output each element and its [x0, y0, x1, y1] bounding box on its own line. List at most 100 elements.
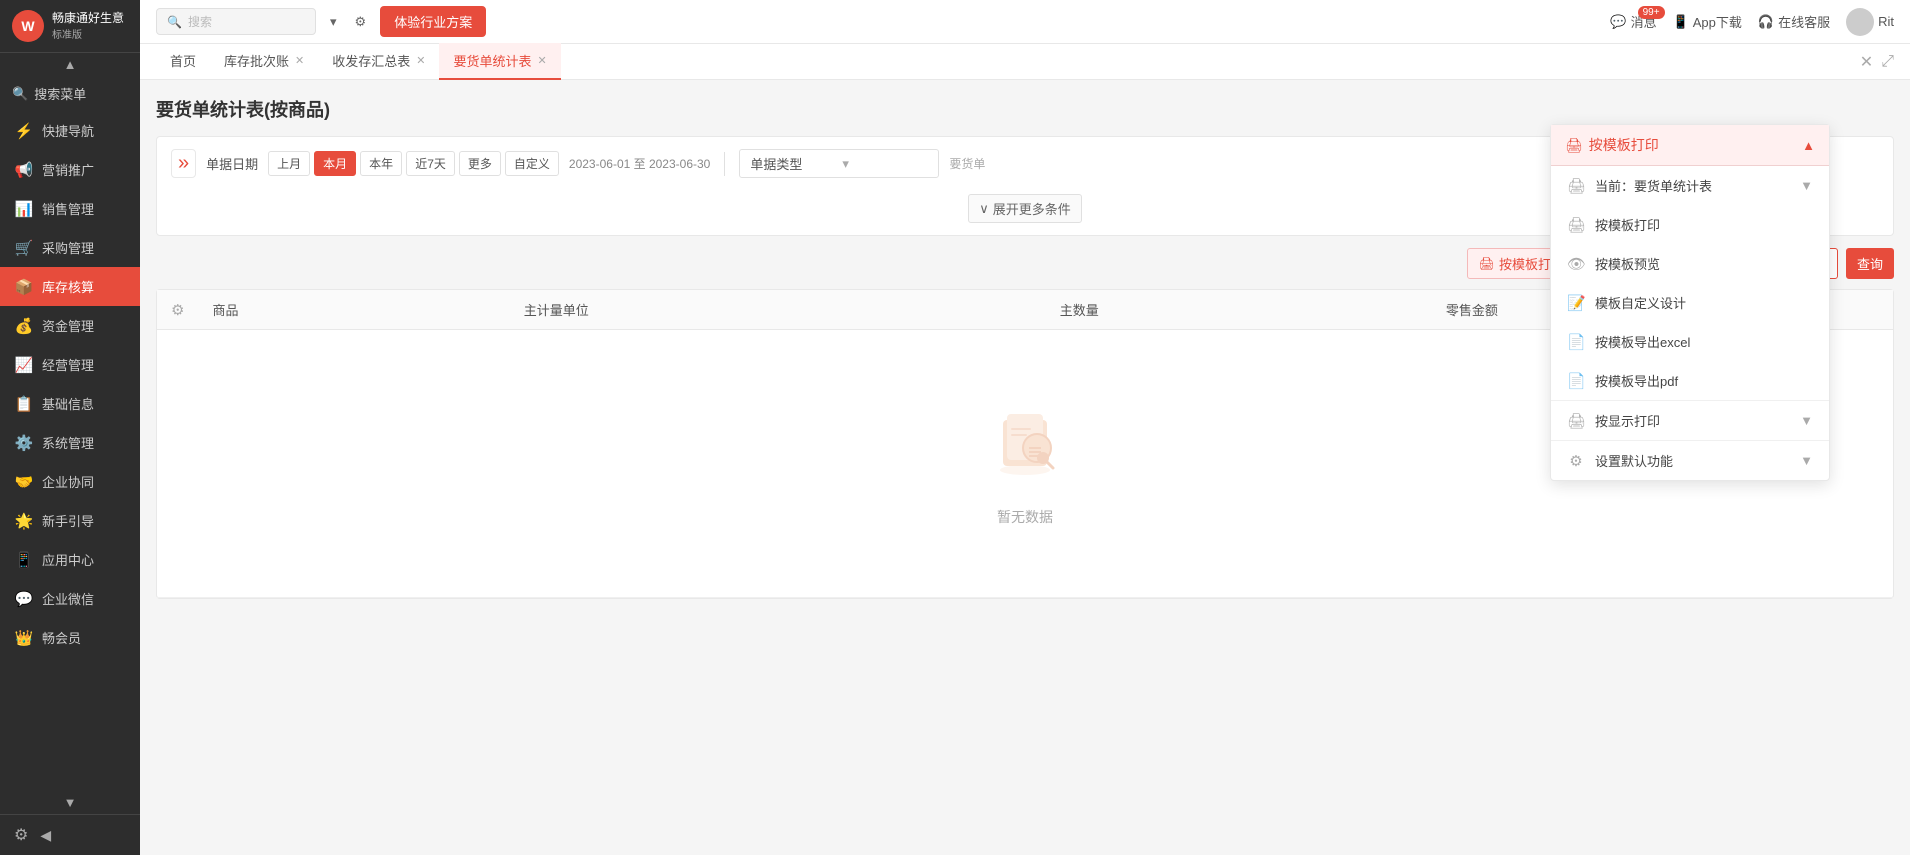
sidebar-item-label: 企业微信 [42, 589, 94, 608]
sales-icon: 📊 [14, 200, 34, 218]
trial-button[interactable]: 体验行业方案 [380, 6, 486, 37]
dropdown-item-template-excel[interactable]: 📄 按模板导出excel [1551, 322, 1829, 361]
date-buttons: 上月 本月 本年 近7天 更多 自定义 [268, 151, 559, 176]
filter-expand-button[interactable]: » [171, 149, 196, 178]
sidebar-item-operations[interactable]: 📈 经营管理 [0, 345, 140, 384]
finance-icon: 💰 [14, 317, 34, 335]
tab-receipt-summary[interactable]: 收发存汇总表 ✕ [318, 43, 439, 80]
sidebar-item-marketing[interactable]: 📢 营销推广 [0, 150, 140, 189]
date-btn-last-7days[interactable]: 近7天 [406, 151, 455, 176]
dropdown-section-display-print[interactable]: 🖨 按显示打印 ▼ [1551, 400, 1829, 440]
marketing-icon: 📢 [14, 161, 34, 179]
sidebar-search-item[interactable]: 🔍 搜索菜单 [0, 76, 140, 111]
sidebar-scroll-up[interactable]: ▲ [0, 53, 140, 76]
sidebar-logo-info: 畅康通好生意 标准版 [52, 11, 124, 42]
sidebar-item-label: 资金管理 [42, 316, 94, 335]
sidebar-item-enterprise-wechat[interactable]: 💬 企业微信 [0, 579, 140, 618]
sidebar-item-finance[interactable]: 💰 资金管理 [0, 306, 140, 345]
sidebar-item-purchase[interactable]: 🛒 采购管理 [0, 228, 140, 267]
online-service-label: 在线客服 [1778, 12, 1830, 31]
set-default-arrow: ▼ [1800, 453, 1813, 468]
tab-close-all-icon[interactable]: ✕ [1860, 52, 1873, 72]
enterprise-wechat-icon: 💬 [14, 590, 34, 608]
tab-inventory-batch[interactable]: 库存批次账 ✕ [210, 43, 318, 80]
dropdown-item-template-pdf[interactable]: 📄 按模板导出pdf [1551, 361, 1829, 400]
sidebar-item-label: 营销推广 [42, 160, 94, 179]
sidebar-item-newbie[interactable]: 🌟 新手引导 [0, 501, 140, 540]
display-print-icon: 🖨 [1567, 412, 1585, 430]
sidebar-scroll-down[interactable]: ▼ [0, 791, 140, 814]
tab-close-receipt-summary[interactable]: ✕ [416, 54, 425, 67]
dropdown-header: 🖨 按模板打印 ▲ [1551, 125, 1829, 166]
dropdown-title-icon: 🖨 [1565, 137, 1583, 154]
dropdown-item-current[interactable]: 🖨 当前：要货单统计表 ▼ [1551, 166, 1829, 205]
sidebar-item-enterprise[interactable]: 🤝 企业协同 [0, 462, 140, 501]
tab-expand-icon[interactable]: ⤢ [1881, 53, 1894, 71]
tab-close-inventory-batch[interactable]: ✕ [295, 54, 304, 67]
header-dropdown-button[interactable]: ▾ [326, 10, 341, 34]
dropdown-title: 🖨 按模板打印 [1565, 135, 1659, 155]
sidebar-item-label: 系统管理 [42, 433, 94, 452]
message-button[interactable]: 💬 消息 99+ [1610, 12, 1656, 31]
tab-bar-actions: ✕ ⤢ [1860, 52, 1894, 72]
query-button[interactable]: 查询 [1846, 248, 1894, 279]
expand-more-button[interactable]: ∨ 展开更多条件 [968, 194, 1082, 223]
print-icon: 🖨 [1478, 256, 1495, 272]
sidebar: W 畅康通好生意 标准版 ▲ 🔍 搜索菜单 ⚡ 快捷导航 📢 营销推广 📊 销售… [0, 0, 140, 855]
table-settings-icon[interactable]: ⚙ [171, 302, 184, 319]
date-btn-more[interactable]: 更多 [459, 151, 501, 176]
date-btn-custom[interactable]: 自定义 [505, 151, 559, 176]
filter-divider [724, 152, 725, 176]
message-badge: 99+ [1638, 6, 1665, 19]
sidebar-item-app-center[interactable]: 📱 应用中心 [0, 540, 140, 579]
collapse-icon[interactable]: ◀ [40, 827, 51, 844]
sidebar-item-sales[interactable]: 📊 销售管理 [0, 189, 140, 228]
settings-icon[interactable]: ⚙ [14, 825, 28, 845]
col-unit: 主计量单位 [510, 290, 1046, 330]
online-service-button[interactable]: 🎧 在线客服 [1758, 12, 1830, 31]
print-dropdown-menu: 🖨 按模板打印 ▲ 🖨 当前：要货单统计表 ▼ 🖨 按模板打印 👁 按模板预览 … [1550, 124, 1830, 481]
header-right-area: 💬 消息 99+ 📱 App下载 🎧 在线客服 Rit [1610, 8, 1894, 36]
inventory-icon: 📦 [14, 278, 34, 296]
current-template-arrow: ▼ [1800, 178, 1813, 193]
order-type-select[interactable]: 单据类型 ▾ [739, 149, 939, 178]
header-settings-button[interactable]: ⚙ [351, 10, 371, 34]
tab-order-stats[interactable]: 要货单统计表 ✕ [439, 43, 560, 80]
top-header: 🔍 搜索 ▾ ⚙ 体验行业方案 💬 消息 99+ 📱 App下载 🎧 在线客服 … [140, 0, 1910, 44]
tab-home[interactable]: 首页 [156, 43, 210, 80]
header-search-box[interactable]: 🔍 搜索 [156, 8, 316, 35]
dropdown-item-template-custom[interactable]: 📝 模板自定义设计 [1551, 283, 1829, 322]
date-btn-current-year[interactable]: 本年 [360, 151, 402, 176]
date-btn-prev-month[interactable]: 上月 [268, 151, 310, 176]
empty-text: 暂无数据 [997, 507, 1053, 527]
template-print-icon: 🖨 [1567, 216, 1585, 234]
date-label: 单据日期 [206, 154, 258, 173]
empty-icon [985, 400, 1065, 495]
sidebar-item-member[interactable]: 👑 畅会员 [0, 618, 140, 657]
col-settings: ⚙ [157, 290, 198, 330]
main-area: 🔍 搜索 ▾ ⚙ 体验行业方案 💬 消息 99+ 📱 App下载 🎧 在线客服 … [140, 0, 1910, 855]
dropdown-collapse-icon[interactable]: ▲ [1802, 138, 1815, 153]
sidebar-logo: W 畅康通好生意 标准版 [0, 0, 140, 53]
enterprise-icon: 🤝 [14, 473, 34, 491]
message-icon: 💬 [1610, 14, 1626, 30]
sidebar-item-basic[interactable]: 📋 基础信息 [0, 384, 140, 423]
tab-close-order-stats[interactable]: ✕ [538, 54, 547, 67]
sidebar-item-inventory[interactable]: 📦 库存核算 [0, 267, 140, 306]
sidebar-item-label: 采购管理 [42, 238, 94, 257]
dropdown-item-template-preview[interactable]: 👁 按模板预览 [1551, 244, 1829, 283]
template-custom-icon: 📝 [1567, 294, 1585, 312]
sidebar-item-quick-nav[interactable]: ⚡ 快捷导航 [0, 111, 140, 150]
app-logo-icon: W [12, 10, 44, 42]
user-avatar-area[interactable]: Rit [1846, 8, 1894, 36]
quick-nav-icon: ⚡ [14, 122, 34, 140]
sidebar-item-system[interactable]: ⚙️ 系统管理 [0, 423, 140, 462]
sidebar-item-label: 经营管理 [42, 355, 94, 374]
app-download-button[interactable]: 📱 App下载 [1673, 12, 1742, 31]
date-btn-current-month[interactable]: 本月 [314, 151, 356, 176]
newbie-icon: 🌟 [14, 512, 34, 530]
dropdown-section-set-default[interactable]: ⚙ 设置默认功能 ▼ [1551, 440, 1829, 480]
current-template-label: 当前：要货单统计表 [1595, 176, 1712, 195]
display-print-arrow: ▼ [1800, 413, 1813, 428]
dropdown-item-template-print[interactable]: 🖨 按模板打印 [1551, 205, 1829, 244]
